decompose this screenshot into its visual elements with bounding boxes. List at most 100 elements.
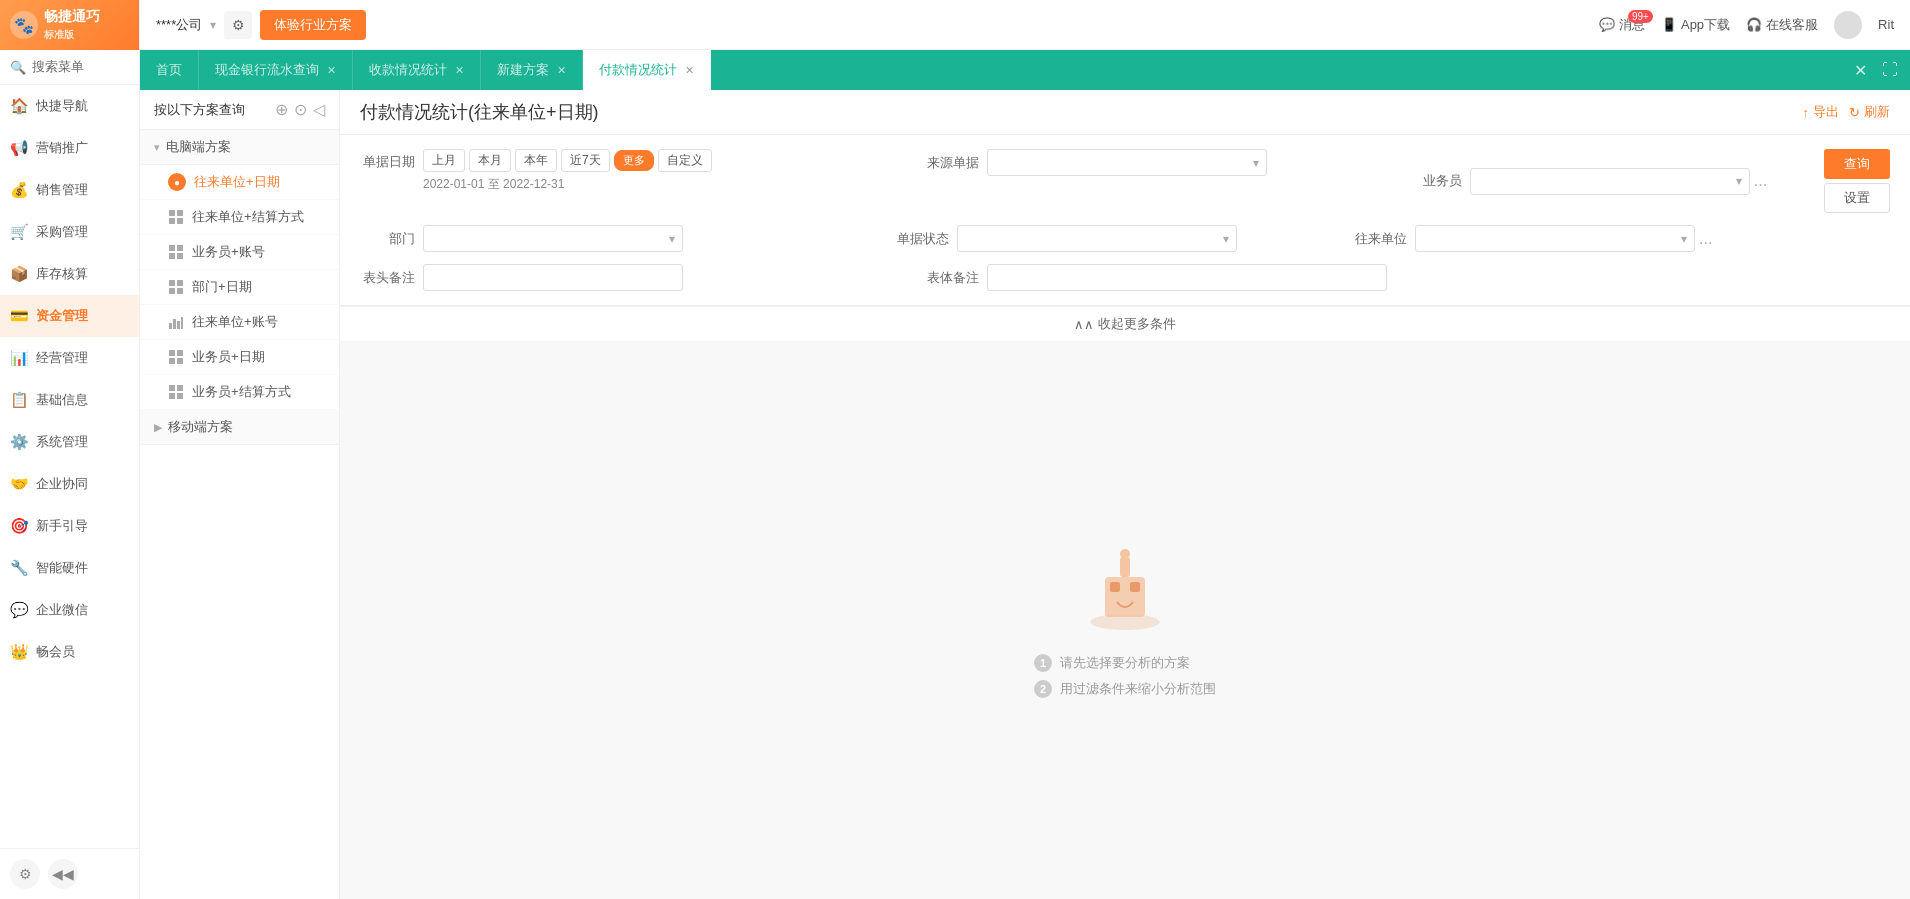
partner-input[interactable] [1415,225,1695,252]
query-button[interactable]: 查询 [1824,149,1890,179]
mobile-scheme-group-header[interactable]: ▶ 移动端方案 [140,410,339,445]
scheme-item-3[interactable]: 部门+日期 [140,270,339,305]
user-avatar[interactable] [1834,11,1862,39]
sidebar-item-nav-marketing[interactable]: 📢 营销推广 [0,127,139,169]
sidebar-logo: 🐾 畅捷通巧 标准版 [0,0,139,50]
app-download-button[interactable]: 📱 App下载 [1661,16,1730,34]
empty-tip-2: 2 用过滤条件来缩小分析范围 [1034,680,1216,698]
app-label: App下载 [1681,16,1730,34]
search-menu-label: 搜索菜单 [32,58,84,76]
tab-payment-close-icon[interactable]: ✕ [685,64,694,77]
status-input[interactable] [957,225,1237,252]
settings-scheme-icon[interactable]: ⊙ [294,100,307,119]
svg-rect-9 [177,280,183,286]
source-input[interactable] [987,149,1267,176]
staff-filter-label: 业务员 [1407,172,1462,190]
sidebar-item-nav-ops[interactable]: 📊 经营管理 [0,337,139,379]
svg-point-29 [1120,549,1130,559]
scheme-item-4[interactable]: 往来单位+账号 [140,305,339,340]
topbar-right: 💬 消息 99+ 📱 App下载 🎧 在线客服 Rit [1599,11,1894,39]
nav-home-icon: 🏠 [10,97,28,115]
topbar-settings-button[interactable]: ⚙ [224,11,252,39]
scheme-active-icon: ● [168,173,186,191]
dropdown-arrow-icon[interactable]: ▾ [210,18,216,32]
sidebar-settings-button[interactable]: ⚙ [10,859,40,889]
add-scheme-icon[interactable]: ⊕ [275,100,288,119]
tab-newplan[interactable]: 新建方案 ✕ [481,50,583,90]
date-btn-this-year[interactable]: 本年 [515,149,557,172]
scheme-item-5[interactable]: 业务员+日期 [140,340,339,375]
tab-bank[interactable]: 现金银行流水查询 ✕ [199,50,353,90]
svg-rect-21 [177,385,183,391]
scheme-item-2[interactable]: 业务员+账号 [140,235,339,270]
sidebar-item-nav-stock[interactable]: 📦 库存核算 [0,253,139,295]
sidebar-item-nav-basic[interactable]: 📋 基础信息 [0,379,139,421]
sidebar-item-label: 系统管理 [36,433,88,451]
tip-1-text: 请先选择要分析的方案 [1060,654,1190,672]
scheme-item-6[interactable]: 业务员+结算方式 [140,375,339,410]
trial-button[interactable]: 体验行业方案 [260,10,366,40]
sidebar-item-nav-hardware[interactable]: 🔧 智能硬件 [0,547,139,589]
date-btn-last-month[interactable]: 上月 [423,149,465,172]
sidebar-collapse-button[interactable]: ◀◀ [48,859,78,889]
left-panel-actions: ⊕ ⊙ ◁ [275,100,325,119]
column-settings-button[interactable]: 设置 [1824,183,1890,213]
sidebar-item-nav-guide[interactable]: 🎯 新手引导 [0,505,139,547]
date-btn-7days[interactable]: 近7天 [561,149,610,172]
tab-home[interactable]: 首页 [140,50,199,90]
scheme-item-0[interactable]: ● 往来单位+日期 [140,165,339,200]
collapse-panel-icon[interactable]: ◁ [313,100,325,119]
dept-input[interactable] [423,225,683,252]
message-button[interactable]: 💬 消息 99+ [1599,16,1645,34]
left-panel-header: 按以下方案查询 ⊕ ⊙ ◁ [140,90,339,130]
scheme-item-label: 业务员+结算方式 [192,383,291,401]
sidebar-item-nav-member[interactable]: 👑 畅会员 [0,631,139,673]
tab-home-label: 首页 [156,61,182,79]
scheme-item-1[interactable]: 往来单位+结算方式 [140,200,339,235]
table-header-note-input[interactable] [423,264,683,291]
sidebar-item-label: 营销推广 [36,139,88,157]
tab-newplan-close-icon[interactable]: ✕ [557,64,566,77]
tab-bank-close-icon[interactable]: ✕ [327,64,336,77]
date-btn-more[interactable]: 更多 [614,150,654,171]
online-service-button[interactable]: 🎧 在线客服 [1746,16,1818,34]
scheme-item-label: 部门+日期 [192,278,252,296]
mobile-scheme-group: ▶ 移动端方案 [140,410,339,445]
tab-income[interactable]: 收款情况统计 ✕ [353,50,481,90]
tab-close-all-icon[interactable]: ✕ [1850,60,1870,80]
logo-version: 标准版 [44,28,100,42]
search-menu-item[interactable]: 🔍 搜索菜单 [0,50,139,85]
scheme-grid-icon [168,349,184,365]
topbar: ****公司 ▾ ⚙ 体验行业方案 💬 消息 99+ 📱 App下载 🎧 在线客… [140,0,1910,50]
sidebar-item-nav-purchase[interactable]: 🛒 采购管理 [0,211,139,253]
tab-fullscreen-icon[interactable]: ⛶ [1880,60,1900,80]
sidebar-item-nav-system[interactable]: ⚙️ 系统管理 [0,421,139,463]
tab-payment[interactable]: 付款情况统计 ✕ [583,50,711,90]
sidebar-item-nav-home[interactable]: 🏠 快捷导航 [0,85,139,127]
partner-dots-icon[interactable]: ... [1699,230,1712,248]
nav-ops-icon: 📊 [10,349,28,367]
mobile-scheme-group-label: 移动端方案 [168,418,233,436]
refresh-button[interactable]: ↻ 刷新 [1849,103,1890,121]
username-label[interactable]: Rit [1878,17,1894,32]
sidebar-item-nav-corp[interactable]: 🤝 企业协同 [0,463,139,505]
svg-rect-19 [177,358,183,364]
pc-scheme-group-header[interactable]: ▾ 电脑端方案 [140,130,339,165]
export-button[interactable]: ↑ 导出 [1803,103,1840,121]
staff-dots-icon[interactable]: ... [1754,172,1767,190]
collapse-more-button[interactable]: ∧∧ 收起更多条件 [1074,315,1176,333]
scheme-grid-icon [168,209,184,225]
date-range-text: 2022-01-01 至 2022-12-31 [423,176,712,193]
date-btn-this-month[interactable]: 本月 [469,149,511,172]
logo-name: 畅捷通巧 [44,8,100,26]
nav-finance-icon: 💳 [10,307,28,325]
left-panel: 按以下方案查询 ⊕ ⊙ ◁ ▾ 电脑端方案 ● 往来单位+日期 [140,90,340,899]
tab-income-close-icon[interactable]: ✕ [455,64,464,77]
sidebar-item-nav-sales[interactable]: 💰 销售管理 [0,169,139,211]
table-body-note-input[interactable] [987,264,1387,291]
staff-input[interactable] [1470,168,1750,195]
sidebar-item-nav-finance[interactable]: 💳 资金管理 [0,295,139,337]
svg-rect-13 [173,319,176,329]
sidebar-item-nav-wechat[interactable]: 💬 企业微信 [0,589,139,631]
date-btn-custom[interactable]: 自定义 [658,149,712,172]
